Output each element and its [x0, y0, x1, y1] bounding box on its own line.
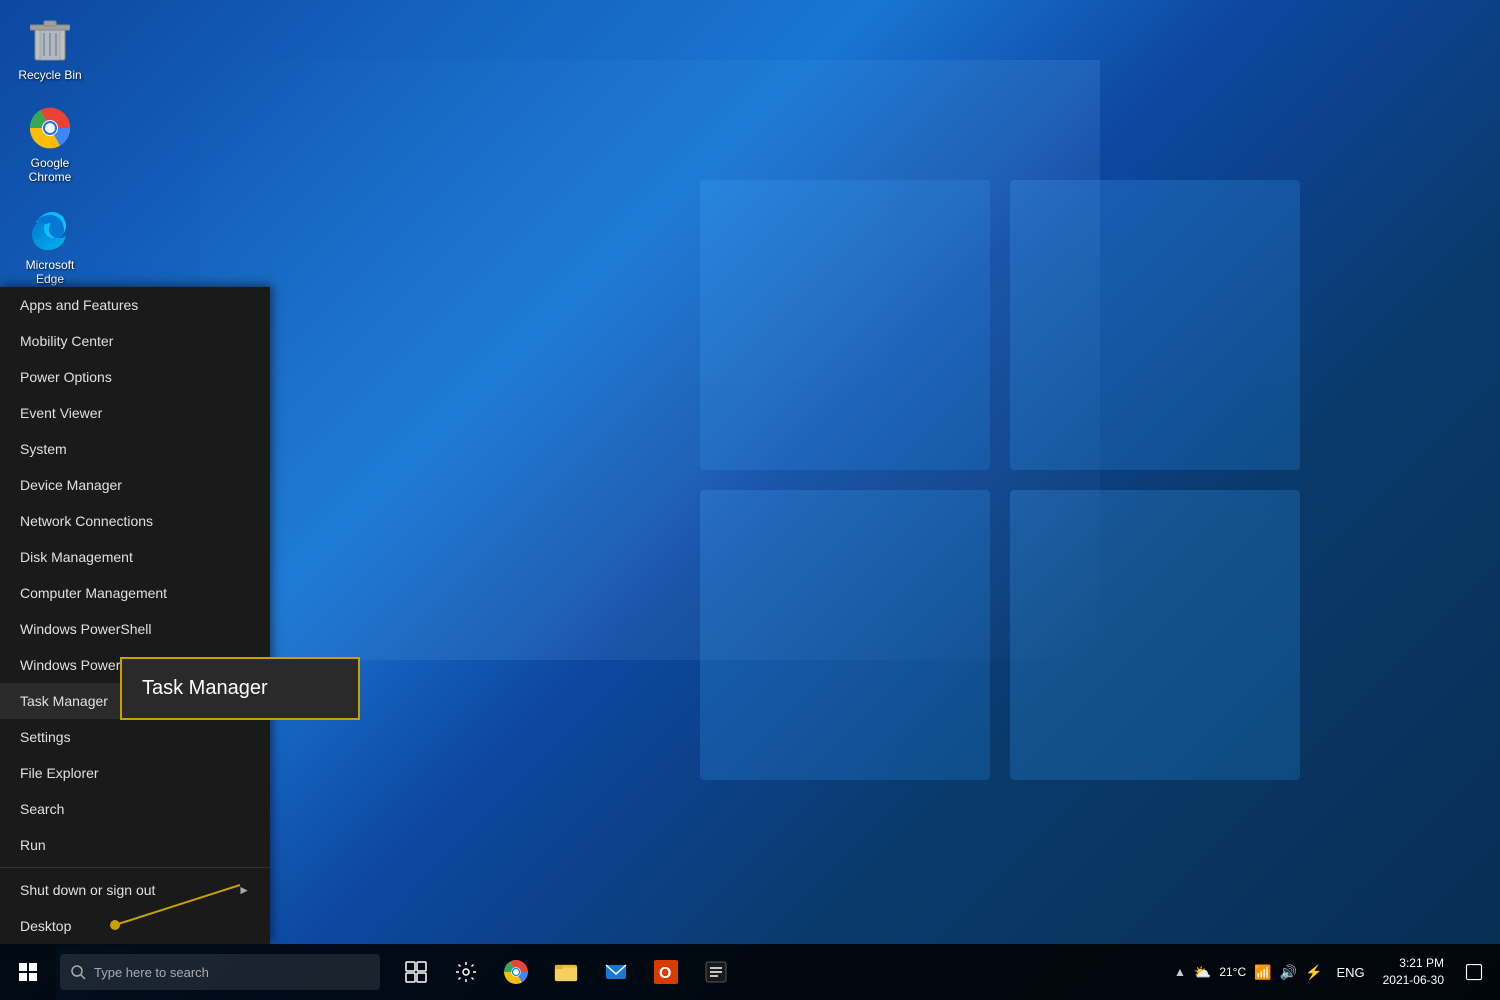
taskbar-date: 2021-06-30: [1383, 972, 1444, 989]
windows-logo-icon: [19, 963, 37, 981]
volume-icon[interactable]: 🔊: [1280, 964, 1297, 981]
search-icon: [70, 964, 86, 980]
recycle-bin-image: [26, 16, 74, 64]
win-pane-br: [1010, 490, 1300, 780]
chrome-label: Google Chrome: [15, 156, 85, 184]
win-pane-tr: [1010, 180, 1300, 470]
taskbar-mail-icon[interactable]: [592, 944, 640, 1000]
system-tray-icons: ▲ ⛅ 21°C 📶 🔊 ⚡: [1174, 964, 1322, 981]
taskbar: Type here to search: [0, 944, 1500, 1000]
taskbar-search-placeholder: Type here to search: [94, 965, 209, 980]
menu-item-system[interactable]: System: [0, 431, 270, 467]
taskbar-time: 3:21 PM: [1383, 955, 1444, 972]
recycle-bin-icon[interactable]: Recycle Bin: [10, 10, 90, 88]
taskbar-notes-icon[interactable]: [692, 944, 740, 1000]
menu-item-power-options[interactable]: Power Options: [0, 359, 270, 395]
win-pane-bl: [700, 490, 990, 780]
recycle-bin-label: Recycle Bin: [15, 68, 85, 82]
desktop-icons-area: Recycle Bin Google Chrome: [10, 10, 90, 292]
menu-item-run[interactable]: Run: [0, 827, 270, 863]
menu-item-file-explorer[interactable]: File Explorer: [0, 755, 270, 791]
taskbar-office-icon[interactable]: O: [642, 944, 690, 1000]
notification-center-button[interactable]: [1458, 944, 1490, 1000]
svg-text:O: O: [659, 965, 671, 982]
chrome-image: [26, 104, 74, 152]
taskbar-settings-icon[interactable]: [442, 944, 490, 1000]
win-logo-br: [29, 973, 37, 981]
context-menu: Apps and Features Mobility Center Power …: [0, 287, 270, 944]
taskbar-right-area: ▲ ⛅ 21°C 📶 🔊 ⚡ ENG 3:21 PM 2021-06-30: [1174, 944, 1500, 1000]
start-button[interactable]: [0, 944, 56, 1000]
menu-divider-1: [0, 867, 270, 868]
menu-item-settings[interactable]: Settings: [0, 719, 270, 755]
windows-logo-decoration: [700, 180, 1300, 780]
edge-image: [26, 206, 74, 254]
show-hidden-icons-button[interactable]: ▲: [1174, 965, 1186, 979]
menu-item-search[interactable]: Search: [0, 791, 270, 827]
win-logo-tl: [19, 963, 27, 971]
menu-item-network-connections[interactable]: Network Connections: [0, 503, 270, 539]
task-view-button[interactable]: [392, 944, 440, 1000]
taskbar-file-explorer-icon[interactable]: [542, 944, 590, 1000]
menu-item-windows-powershell[interactable]: Windows PowerShell: [0, 611, 270, 647]
battery-icon[interactable]: ⚡: [1305, 964, 1322, 981]
win-pane-tl: [700, 180, 990, 470]
menu-item-disk-management[interactable]: Disk Management: [0, 539, 270, 575]
taskbar-pinned-icons: O: [392, 944, 740, 1000]
task-manager-tooltip: Task Manager: [120, 657, 360, 720]
menu-item-mobility-center[interactable]: Mobility Center: [0, 323, 270, 359]
taskbar-search-box[interactable]: Type here to search: [60, 954, 380, 990]
microsoft-edge-icon[interactable]: Microsoft Edge: [10, 200, 90, 292]
menu-item-desktop[interactable]: Desktop: [0, 908, 270, 944]
language-selector[interactable]: ENG: [1336, 965, 1364, 980]
edge-label: Microsoft Edge: [15, 258, 85, 286]
menu-item-computer-management[interactable]: Computer Management: [0, 575, 270, 611]
network-icon[interactable]: 📶: [1254, 964, 1271, 981]
win-logo-tr: [29, 963, 37, 971]
menu-item-shut-down[interactable]: Shut down or sign out ►: [0, 872, 270, 908]
win-logo-bl: [19, 973, 27, 981]
google-chrome-icon[interactable]: Google Chrome: [10, 98, 90, 190]
temperature-display: 21°C: [1219, 965, 1246, 979]
desktop: Recycle Bin Google Chrome: [0, 0, 1500, 1000]
taskbar-clock[interactable]: 3:21 PM 2021-06-30: [1375, 955, 1452, 989]
shut-down-arrow-icon: ►: [238, 883, 250, 897]
menu-item-event-viewer[interactable]: Event Viewer: [0, 395, 270, 431]
taskbar-chrome-icon[interactable]: [492, 944, 540, 1000]
menu-item-device-manager[interactable]: Device Manager: [0, 467, 270, 503]
weather-icon: ⛅: [1194, 964, 1211, 981]
menu-item-apps-features[interactable]: Apps and Features: [0, 287, 270, 323]
